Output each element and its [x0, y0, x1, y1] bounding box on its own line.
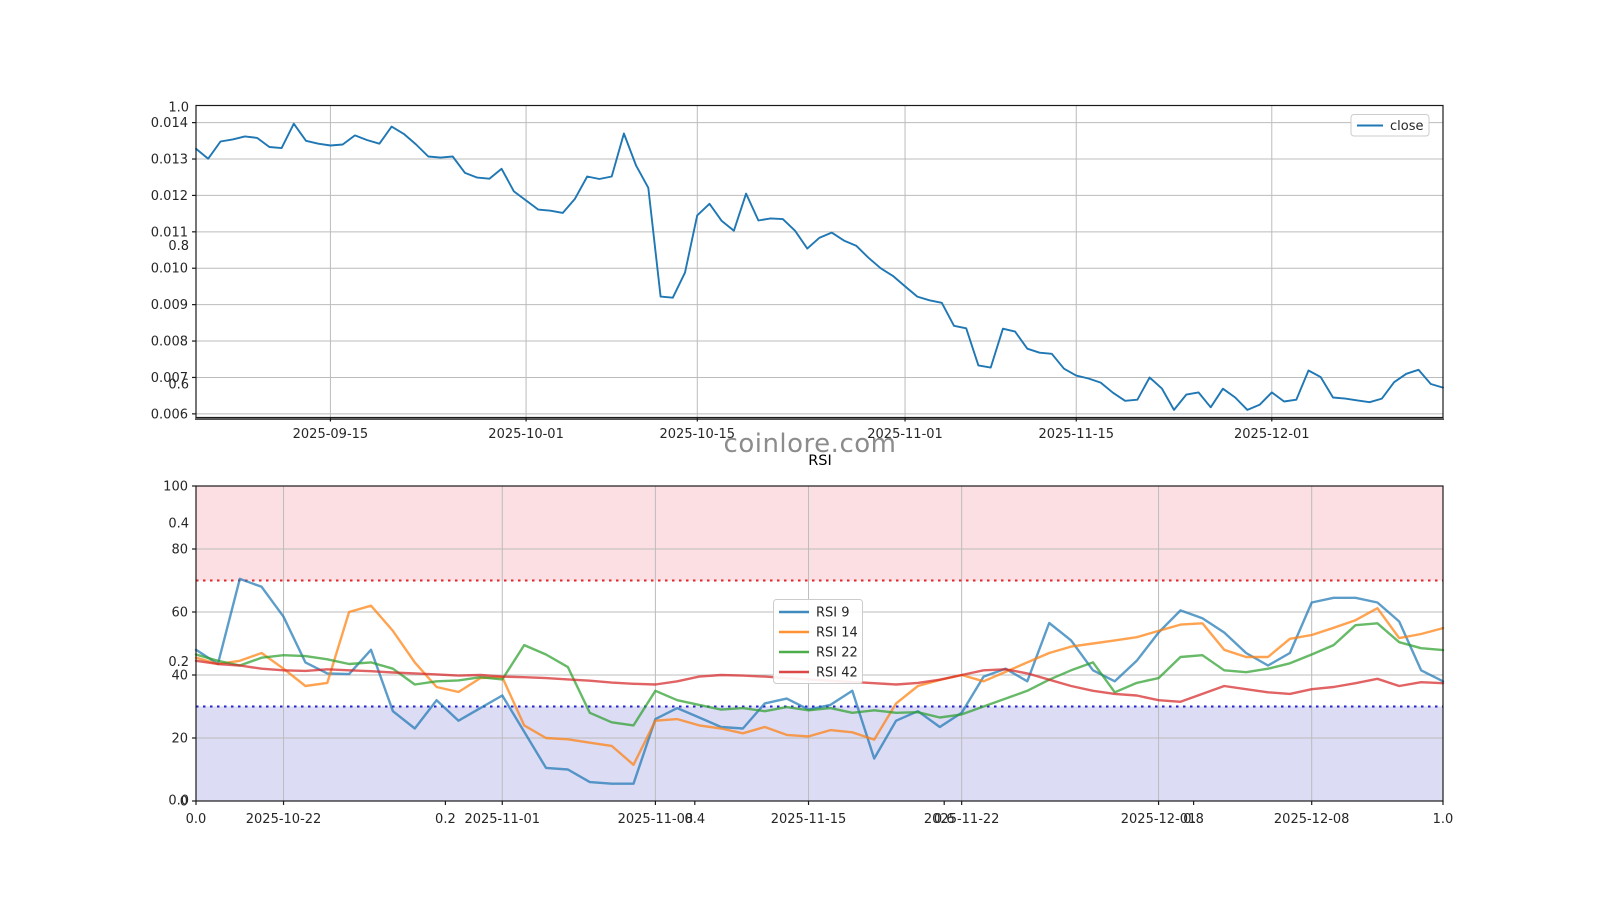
price-xtick-label: 2025-12-01 — [1234, 427, 1310, 442]
rsi-ytick-label: 60 — [171, 606, 188, 621]
price-chart — [192, 104, 1444, 422]
rsi-ytick-label: 20 — [171, 732, 188, 747]
rsi-band-0 — [196, 486, 1443, 581]
price-ytick-label: 0.006 — [151, 407, 188, 422]
rsi-band-1 — [196, 706, 1443, 801]
rsi-legend-label: RSI 9 — [816, 606, 850, 621]
twin-xtick-label: 0.8 — [1183, 812, 1204, 827]
price-ytick-label: 0.010 — [151, 262, 188, 277]
rsi-chart-title: RSI — [808, 453, 832, 469]
gridlines — [196, 105, 1443, 418]
twin-ytick-label: 0.2 — [168, 655, 189, 670]
close-line — [195, 122, 1444, 411]
rsi-ytick-label: 100 — [163, 480, 188, 495]
figure: 0.006 0.007 0.008 0.009 0.010 0.011 0.012 0.013… — [0, 0, 1600, 900]
rsi-xtick-label: 2025-10-22 — [246, 812, 322, 827]
rsi-ytick-label: 80 — [171, 543, 188, 558]
price-ytick-label: 0.013 — [151, 153, 188, 168]
twin-ytick-label: 0.6 — [168, 378, 189, 393]
price-xtick-label: 2025-09-15 — [293, 427, 369, 442]
price-ytick-label: 0.014 — [151, 116, 188, 131]
twin-xtick-label: 1.0 — [1433, 812, 1454, 827]
price-ytick-label: 0.008 — [151, 335, 188, 350]
rsi-xtick-label: 2025-12-08 — [1274, 812, 1350, 827]
twin-ytick-label: 0.4 — [168, 516, 189, 531]
price-ytick-label: 0.012 — [151, 189, 188, 204]
twin-xtick-label: 0.6 — [934, 812, 955, 827]
rsi-xtick-label: 2025-11-08 — [618, 812, 694, 827]
price-ytick-label: 0.009 — [151, 298, 188, 313]
rsi-legend-label: RSI 42 — [816, 666, 858, 681]
rsi-legend-label: RSI 22 — [816, 646, 858, 661]
rsi-legend-label: RSI 14 — [816, 626, 858, 641]
rsi-xtick-label: 2025-11-15 — [771, 812, 847, 827]
twin-ytick-label: 1.0 — [168, 101, 189, 116]
twin-ytick-label: 0.0 — [168, 794, 189, 809]
twin-xtick-label: 0.4 — [684, 812, 705, 827]
rsi-ytick-label: 40 — [171, 669, 188, 684]
price-spines — [195, 104, 1444, 419]
rsi-xtick-label: 2025-11-01 — [464, 812, 540, 827]
price-ytick-label: 0.011 — [151, 225, 188, 240]
price-legend-label: close — [1390, 119, 1423, 134]
price-xtick-label: 2025-10-01 — [488, 427, 564, 442]
twin-ytick-label: 0.8 — [168, 239, 189, 254]
price-xtick-label: 2025-11-15 — [1038, 427, 1114, 442]
twin-xtick-label: 0.0 — [186, 812, 207, 827]
twin-xtick-label: 0.2 — [435, 812, 456, 827]
